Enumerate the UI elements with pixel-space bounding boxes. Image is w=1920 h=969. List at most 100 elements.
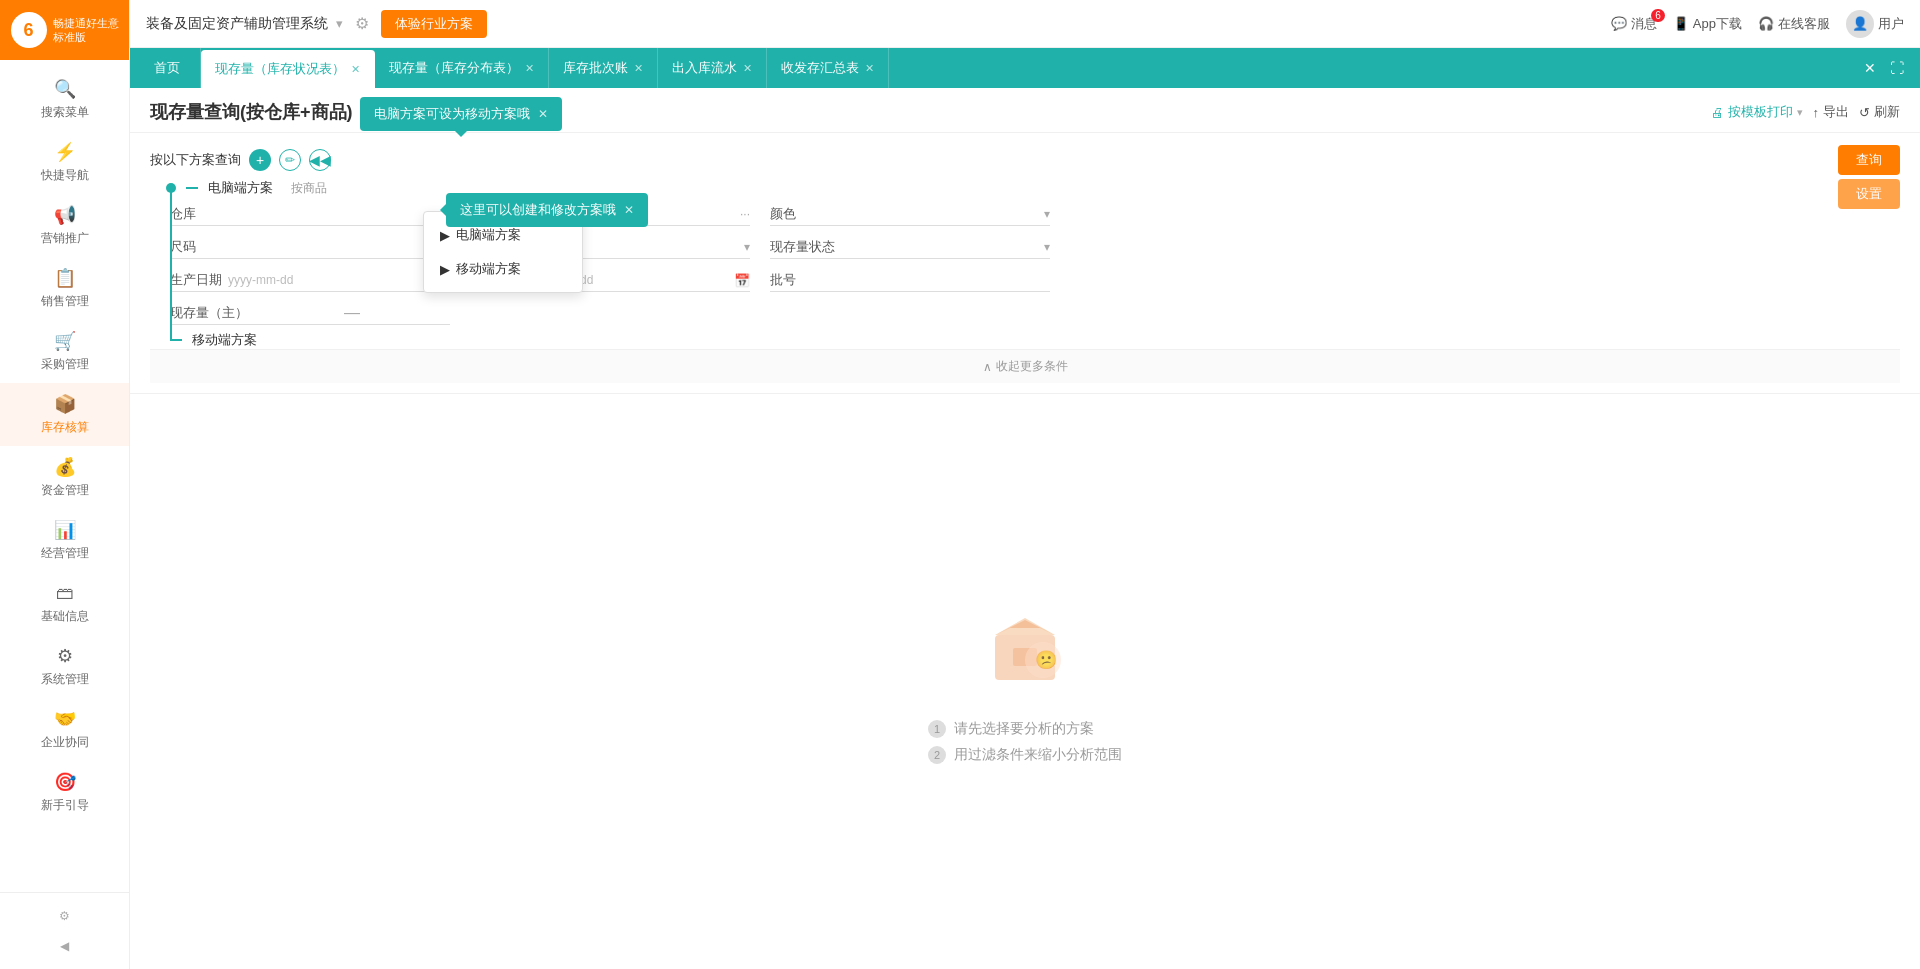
sidebar-settings-btn[interactable]: ⚙ — [53, 903, 76, 929]
field-color: 颜色 ▾ — [770, 203, 1050, 226]
sidebar-bottom: ⚙ ◀ — [0, 892, 129, 969]
field-size: 尺码 ▾ — [170, 236, 450, 259]
tab-recv-summary[interactable]: 收发存汇总表 ✕ — [767, 48, 889, 88]
close-all-tabs-btn[interactable]: ✕ — [1860, 56, 1880, 80]
sidebar-item-enterprise[interactable]: 🤝 企业协同 — [0, 698, 129, 761]
scheme-label-pc: 电脑端方案 — [456, 226, 521, 244]
topbar-left: 装备及固定资产辅助管理系统 ▾ ⚙ 体验行业方案 — [146, 10, 487, 38]
message-btn[interactable]: 💬 消息 6 — [1611, 15, 1657, 33]
export-btn[interactable]: ↑ 导出 — [1813, 103, 1850, 121]
marketing-icon: 📢 — [54, 204, 76, 226]
template-dropdown-icon: ▾ — [1797, 106, 1803, 119]
sidebar-item-basic[interactable]: 🗃 基础信息 — [0, 572, 129, 635]
collapse-bar[interactable]: ∧ 收起更多条件 — [150, 349, 1900, 383]
sidebar-item-newbie[interactable]: 🎯 新手引导 — [0, 761, 129, 824]
user-avatar-btn[interactable]: 👤 用户 — [1846, 10, 1904, 38]
sidebar-item-sales[interactable]: 📋 销售管理 — [0, 257, 129, 320]
quick-icon: ⚡ — [54, 141, 76, 163]
trial-button[interactable]: 体验行业方案 — [381, 10, 487, 38]
template-print-btn[interactable]: 🖨 按模板打印 ▾ — [1711, 103, 1803, 121]
exp-date-cal-icon[interactable]: 📅 — [734, 273, 750, 288]
empty-text: 1 请先选择要分析的方案 2 用过滤条件来缩小分析范围 — [928, 720, 1122, 764]
tooltip-create-scheme-popup: 这里可以创建和修改方案哦 ✕ — [446, 193, 648, 227]
tab-inventory-dist-close[interactable]: ✕ — [525, 62, 534, 75]
prod-date-input[interactable]: yyyy-mm-dd — [228, 273, 434, 287]
tab-in-out-flow-close[interactable]: ✕ — [743, 62, 752, 75]
prod-date-label: 生产日期 — [170, 271, 228, 289]
scheme-row-2: 移动端方案 — [170, 331, 1900, 349]
filter-edit-btn[interactable]: ✏ — [279, 149, 301, 171]
inventory-icon: 📦 — [54, 393, 76, 415]
stock-status-dropdown-icon[interactable]: ▾ — [1044, 240, 1050, 254]
sidebar-collapse-btn[interactable]: ◀ — [54, 933, 75, 959]
headset-icon: 🎧 — [1758, 16, 1774, 31]
sidebar-item-marketing[interactable]: 📢 营销推广 — [0, 194, 129, 257]
tab-recv-summary-close[interactable]: ✕ — [865, 62, 874, 75]
warehouse-label: 仓库 — [170, 205, 202, 223]
product-dots-icon[interactable]: ··· — [740, 207, 750, 221]
color-dropdown-icon[interactable]: ▾ — [1044, 207, 1050, 221]
field-batch-no: 批号 — [770, 269, 1050, 292]
scheme-item-mobile[interactable]: ▶ 移动端方案 — [424, 252, 582, 286]
topbar-dropdown-icon[interactable]: ▾ — [336, 16, 343, 31]
filter-label-group: 按以下方案查询 + ✏ ◀◀ — [150, 143, 331, 171]
expand-arrow-pc: ▶ — [440, 228, 450, 243]
purchase-icon: 🛒 — [54, 330, 76, 352]
sidebar-label-system: 系统管理 — [41, 671, 89, 688]
sidebar-item-operations[interactable]: 📊 经营管理 — [0, 509, 129, 572]
tab-inventory-dist[interactable]: 现存量（库存分布表） ✕ — [375, 48, 549, 88]
sidebar-item-quick[interactable]: ⚡ 快捷导航 — [0, 131, 129, 194]
message-icon: 💬 — [1611, 16, 1627, 31]
sidebar-item-inventory[interactable]: 📦 库存核算 — [0, 383, 129, 446]
maximize-btn[interactable]: ⛶ — [1886, 56, 1908, 80]
sidebar-label-sales: 销售管理 — [41, 293, 89, 310]
tab-home-label: 首页 — [154, 59, 180, 77]
tab-batch-ledger-close[interactable]: ✕ — [634, 62, 643, 75]
sidebar-label-newbie: 新手引导 — [41, 797, 89, 814]
tab-in-out-flow[interactable]: 出入库流水 ✕ — [658, 48, 767, 88]
system-icon: ⚙ — [54, 645, 76, 667]
filter-left-btn[interactable]: ◀◀ — [309, 149, 331, 171]
tooltip-scheme-mobile-close[interactable]: ✕ — [538, 107, 548, 121]
empty-hint-2-text: 用过滤条件来缩小分析范围 — [954, 746, 1122, 764]
tab-batch-ledger[interactable]: 库存批次账 ✕ — [549, 48, 658, 88]
empty-state: 😕 1 请先选择要分析的方案 2 用过滤条件来缩小分析范围 — [130, 394, 1920, 969]
sidebar-label-enterprise: 企业协同 — [41, 734, 89, 751]
sales-icon: 📋 — [54, 267, 76, 289]
user-label: 用户 — [1878, 15, 1904, 33]
scheme-pc-label: 电脑端方案 — [208, 179, 273, 197]
logo-line2: 标准版 — [53, 30, 119, 44]
app-download-label: App下载 — [1693, 15, 1742, 33]
field-stock-qty: 现存量（主） — — [170, 302, 450, 325]
logo-line1: 畅捷通好生意 — [53, 16, 119, 30]
system-name: 装备及固定资产辅助管理系统 — [146, 15, 328, 33]
sidebar-item-purchase[interactable]: 🛒 采购管理 — [0, 320, 129, 383]
sidebar-label-operations: 经营管理 — [41, 545, 89, 562]
refresh-btn[interactable]: ↺ 刷新 — [1859, 103, 1900, 121]
app-download-btn[interactable]: 📱 App下载 — [1673, 15, 1742, 33]
vertical-connector — [170, 187, 172, 341]
tab-inventory-status[interactable]: 现存量（库存状况表） ✕ — [201, 50, 375, 88]
export-icon: ↑ — [1813, 105, 1820, 120]
sidebar-nav: 🔍 搜索菜单 ⚡ 快捷导航 📢 营销推广 📋 销售管理 🛒 采购管理 📦 库存核… — [0, 60, 129, 892]
online-support-btn[interactable]: 🎧 在线客服 — [1758, 15, 1830, 33]
stock-qty-label: 现存量（主） — [170, 304, 254, 322]
sidebar-item-system[interactable]: ⚙ 系统管理 — [0, 635, 129, 698]
topbar-settings-icon[interactable]: ⚙ — [355, 14, 369, 33]
filter-add-btn[interactable]: + — [249, 149, 271, 171]
batch-no-label: 批号 — [770, 271, 802, 289]
tooltip-create-scheme-text: 这里可以创建和修改方案哦 — [460, 201, 616, 219]
tab-home[interactable]: 首页 — [134, 48, 201, 88]
origin-dropdown-icon[interactable]: ▾ — [744, 240, 750, 254]
sidebar-item-finance[interactable]: 💰 资金管理 — [0, 446, 129, 509]
sidebar-item-search[interactable]: 🔍 搜索菜单 — [0, 68, 129, 131]
tab-batch-ledger-label: 库存批次账 — [563, 59, 628, 77]
tab-inventory-status-label: 现存量（库存状况表） — [215, 60, 345, 78]
finance-icon: 💰 — [54, 456, 76, 478]
tooltip-create-scheme-close[interactable]: ✕ — [624, 203, 634, 217]
tab-inventory-status-close[interactable]: ✕ — [351, 63, 360, 76]
page-title: 现存量查询(按仓库+商品) — [150, 100, 353, 124]
field-prod-date: 生产日期 yyyy-mm-dd 📅 — [170, 269, 450, 292]
filter-label: 按以下方案查询 — [150, 151, 241, 169]
search-btn[interactable]: 查询 — [1838, 145, 1900, 175]
